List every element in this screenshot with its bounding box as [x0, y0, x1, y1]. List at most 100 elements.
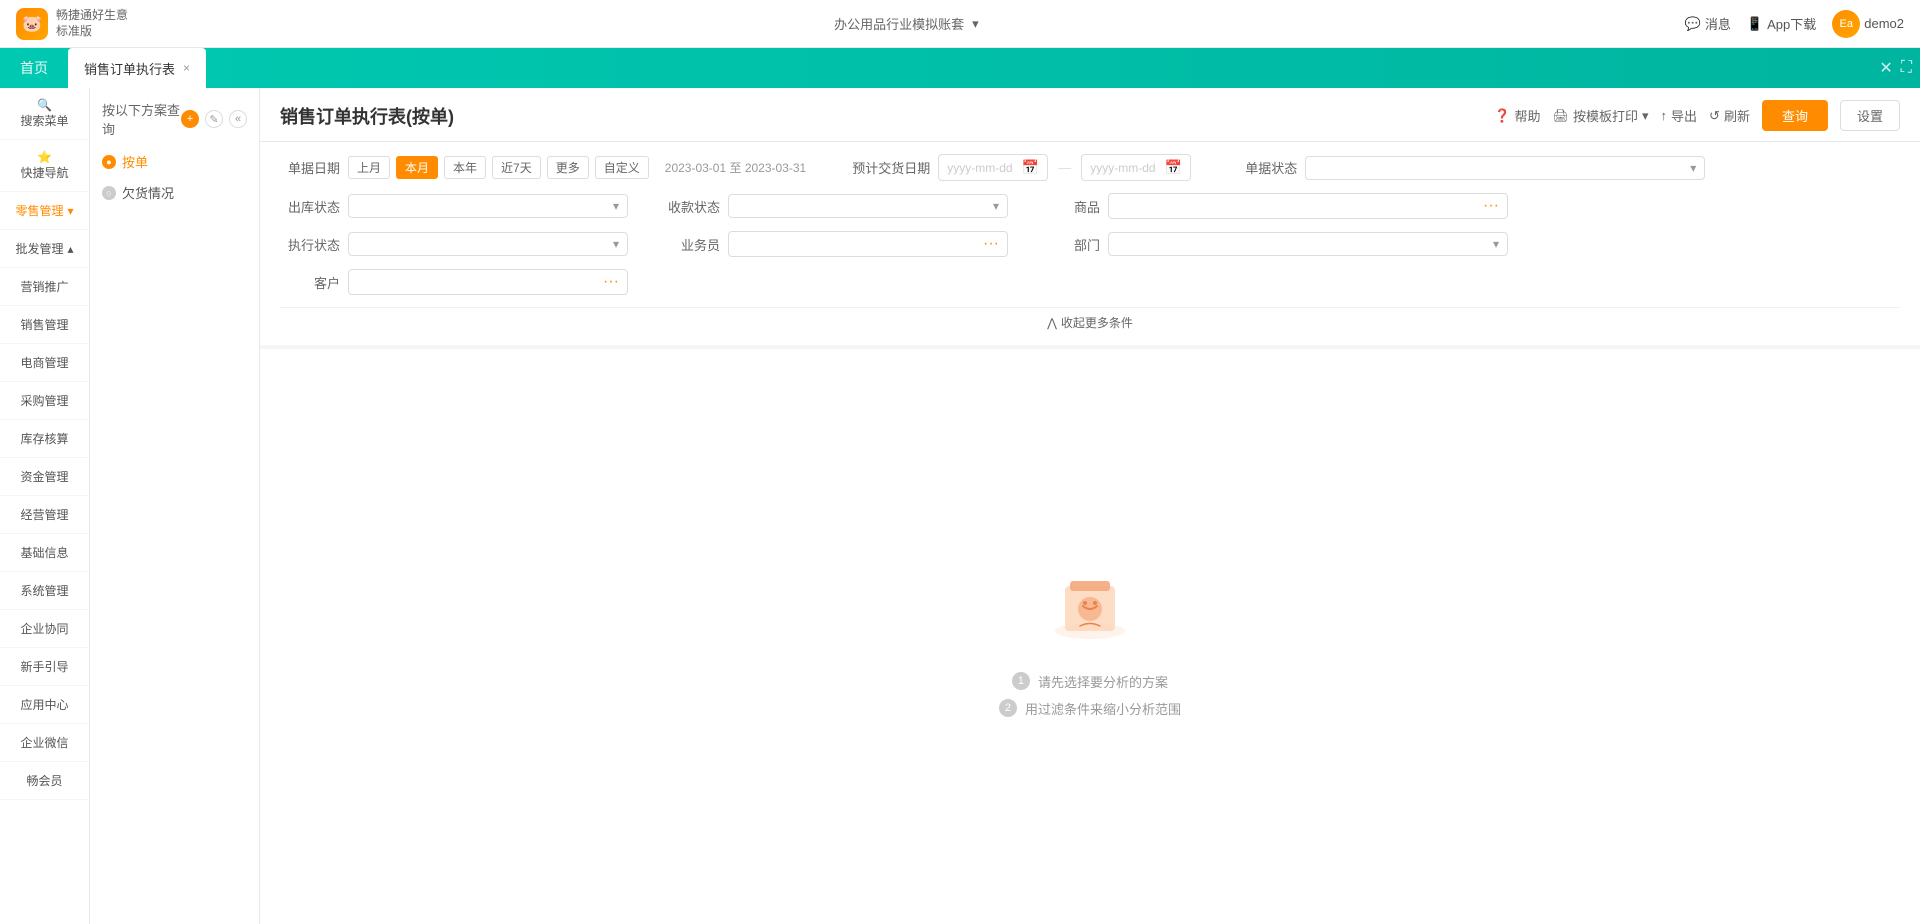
- header-right: 💬 消息 📱 App下载 Ea demo2: [1685, 10, 1904, 38]
- chevron-down-icon: ▾: [972, 16, 979, 32]
- sidebar-item-purchase[interactable]: 采购管理: [0, 382, 89, 420]
- date-btn-7days[interactable]: 近7天: [492, 156, 541, 179]
- content-inner: 按以下方案查询 + ✎ « ● 按单 ○ 欠货情况: [90, 88, 1920, 924]
- main-layout: 🔍 搜索菜单 ⭐ 快捷导航 零售管理 ▾ 批发管理 ▴ 营销推广 销售管理 电商…: [0, 88, 1920, 924]
- filter-row-4: 客户 ···: [280, 269, 1900, 295]
- user-menu[interactable]: Ea demo2: [1832, 10, 1904, 38]
- sidebar-item-retail[interactable]: 零售管理 ▾: [0, 192, 89, 230]
- date-label: 单据日期: [280, 158, 340, 177]
- print-icon: 🖨: [1552, 108, 1569, 124]
- sidebar-item-operations[interactable]: 经营管理: [0, 496, 89, 534]
- out-status-chevron-icon: ▾: [613, 199, 619, 213]
- sidebar-item-collab[interactable]: 企业协同: [0, 610, 89, 648]
- settings-btn[interactable]: 设置: [1840, 100, 1900, 131]
- add-scheme-btn[interactable]: +: [181, 110, 199, 128]
- filter-dept: 部门 ▾: [1040, 232, 1900, 256]
- date-shortcuts-row: 上月 本月 本年 近7天 更多 自定义: [348, 156, 649, 179]
- sidebar-item-wechat[interactable]: 企业微信: [0, 724, 89, 762]
- scheme-item-by-order[interactable]: ● 按单: [90, 146, 259, 177]
- filter-status: 单据状态 ▾: [1237, 156, 1900, 180]
- refresh-btn[interactable]: ↺ 刷新: [1709, 106, 1750, 125]
- content-area: 按以下方案查询 + ✎ « ● 按单 ○ 欠货情况: [90, 88, 1920, 924]
- calendar-end-icon: 📅: [1165, 159, 1182, 176]
- logo-area: 🐷 畅捷通好生意 标准版: [16, 8, 128, 40]
- tab-close-icon[interactable]: ×: [183, 61, 190, 75]
- recv-status-select[interactable]: ▾: [728, 194, 1008, 218]
- help-btn[interactable]: ❓ 帮助: [1494, 106, 1540, 125]
- hint-num-2: 2: [999, 699, 1017, 717]
- message-btn[interactable]: 💬 消息: [1685, 14, 1731, 33]
- right-panel: 销售订单执行表(按单) ❓ 帮助 🖨 按模板打印 ▾: [260, 88, 1920, 924]
- print-btn[interactable]: 🖨 按模板打印 ▾: [1552, 106, 1648, 125]
- tab-home[interactable]: 首页: [0, 48, 68, 88]
- exec-status-label: 执行状态: [280, 235, 340, 254]
- window-maximize-icon[interactable]: ⛶: [1901, 59, 1912, 77]
- expected-date-start[interactable]: yyyy-mm-dd 📅: [938, 154, 1048, 181]
- goods-more-icon[interactable]: ···: [1483, 198, 1499, 214]
- page-title-bar: 销售订单执行表(按单) ❓ 帮助 🖨 按模板打印 ▾: [260, 88, 1920, 142]
- filter-out-status: 出库状态 ▾: [280, 194, 628, 218]
- empty-illustration: [1040, 556, 1140, 656]
- tab-active[interactable]: 销售订单执行表 ×: [68, 48, 206, 88]
- out-status-label: 出库状态: [280, 197, 340, 216]
- customer-more-icon[interactable]: ···: [603, 274, 619, 290]
- sidebar-item-inventory[interactable]: 库存核算: [0, 420, 89, 458]
- filter-row-3: 执行状态 ▾ 业务员 ···: [280, 231, 1900, 257]
- empty-state: 1 请先选择要分析的方案 2 用过滤条件来缩小分析范围: [260, 349, 1920, 924]
- exec-status-chevron-icon: ▾: [613, 237, 619, 251]
- salesperson-label: 业务员: [660, 235, 720, 254]
- sidebar-item-system[interactable]: 系统管理: [0, 572, 89, 610]
- date-btn-custom[interactable]: 自定义: [595, 156, 649, 179]
- sidebar-item-sales[interactable]: 销售管理: [0, 306, 89, 344]
- expected-date-end[interactable]: yyyy-mm-dd 📅: [1081, 154, 1191, 181]
- date-btn-thisyear[interactable]: 本年: [444, 156, 486, 179]
- download-icon: 📱: [1747, 16, 1763, 32]
- export-btn[interactable]: ↑ 导出: [1661, 106, 1698, 125]
- filter-row-1: 单据日期 上月 本月 本年 近7天 更多 自定义 2023-03-01 至 20…: [280, 154, 1900, 181]
- sidebar-quick-nav[interactable]: ⭐ 快捷导航: [0, 140, 89, 192]
- out-status-select[interactable]: ▾: [348, 194, 628, 218]
- filter-goods: 商品 ···: [1040, 193, 1900, 219]
- collapse-panel-btn[interactable]: «: [229, 110, 247, 128]
- date-btn-more[interactable]: 更多: [547, 156, 589, 179]
- salesperson-select[interactable]: ···: [728, 231, 1008, 257]
- scheme-dot-active: ●: [102, 155, 116, 169]
- sidebar-item-ecommerce[interactable]: 电商管理: [0, 344, 89, 382]
- date-btn-thismonth[interactable]: 本月: [396, 156, 438, 179]
- print-chevron-icon: ▾: [1642, 108, 1649, 124]
- date-btn-lastmonth[interactable]: 上月: [348, 156, 390, 179]
- sidebar-item-basic[interactable]: 基础信息: [0, 534, 89, 572]
- calendar-start-icon: 📅: [1022, 159, 1039, 176]
- filter-exec-status: 执行状态 ▾: [280, 232, 628, 256]
- dept-chevron-icon: ▾: [1493, 237, 1499, 251]
- exec-status-select[interactable]: ▾: [348, 232, 628, 256]
- sidebar-item-finance[interactable]: 资金管理: [0, 458, 89, 496]
- customer-select[interactable]: ···: [348, 269, 628, 295]
- filter-recv-status: 收款状态 ▾: [660, 194, 1008, 218]
- chevron-icon: ▴: [67, 242, 73, 256]
- app-download-btn[interactable]: 📱 App下载: [1747, 14, 1816, 33]
- collapse-btn[interactable]: ⋀ 收起更多条件: [280, 307, 1900, 333]
- sidebar-item-newuser[interactable]: 新手引导: [0, 648, 89, 686]
- avatar: Ea: [1832, 10, 1860, 38]
- scheme-item-shortage[interactable]: ○ 欠货情况: [90, 177, 259, 208]
- dept-select[interactable]: ▾: [1108, 232, 1508, 256]
- status-chevron-icon: ▾: [1690, 161, 1696, 175]
- collapse-chevron-icon: ⋀: [1047, 316, 1057, 330]
- status-select[interactable]: ▾: [1305, 156, 1705, 180]
- app-selector[interactable]: 办公用品行业模拟账套 ▾: [834, 14, 979, 33]
- recv-status-label: 收款状态: [660, 197, 720, 216]
- sidebar-item-marketing[interactable]: 营销推广: [0, 268, 89, 306]
- sidebar-item-member[interactable]: 畅会员: [0, 762, 89, 800]
- window-close-icon[interactable]: ✕: [1879, 58, 1892, 78]
- sidebar-item-wholesale[interactable]: 批发管理 ▴: [0, 230, 89, 268]
- edit-scheme-btn[interactable]: ✎: [205, 110, 223, 128]
- search-btn[interactable]: 查询: [1762, 100, 1828, 131]
- sidebar-item-appcenter[interactable]: 应用中心: [0, 686, 89, 724]
- page-title-row: 销售订单执行表(按单) ❓ 帮助 🖨 按模板打印 ▾: [280, 100, 1900, 141]
- goods-select[interactable]: ···: [1108, 193, 1508, 219]
- sidebar-search[interactable]: 🔍 搜索菜单: [0, 88, 89, 140]
- status-label: 单据状态: [1237, 158, 1297, 177]
- scheme-dot-gray: ○: [102, 186, 116, 200]
- salesperson-more-icon[interactable]: ···: [983, 236, 999, 252]
